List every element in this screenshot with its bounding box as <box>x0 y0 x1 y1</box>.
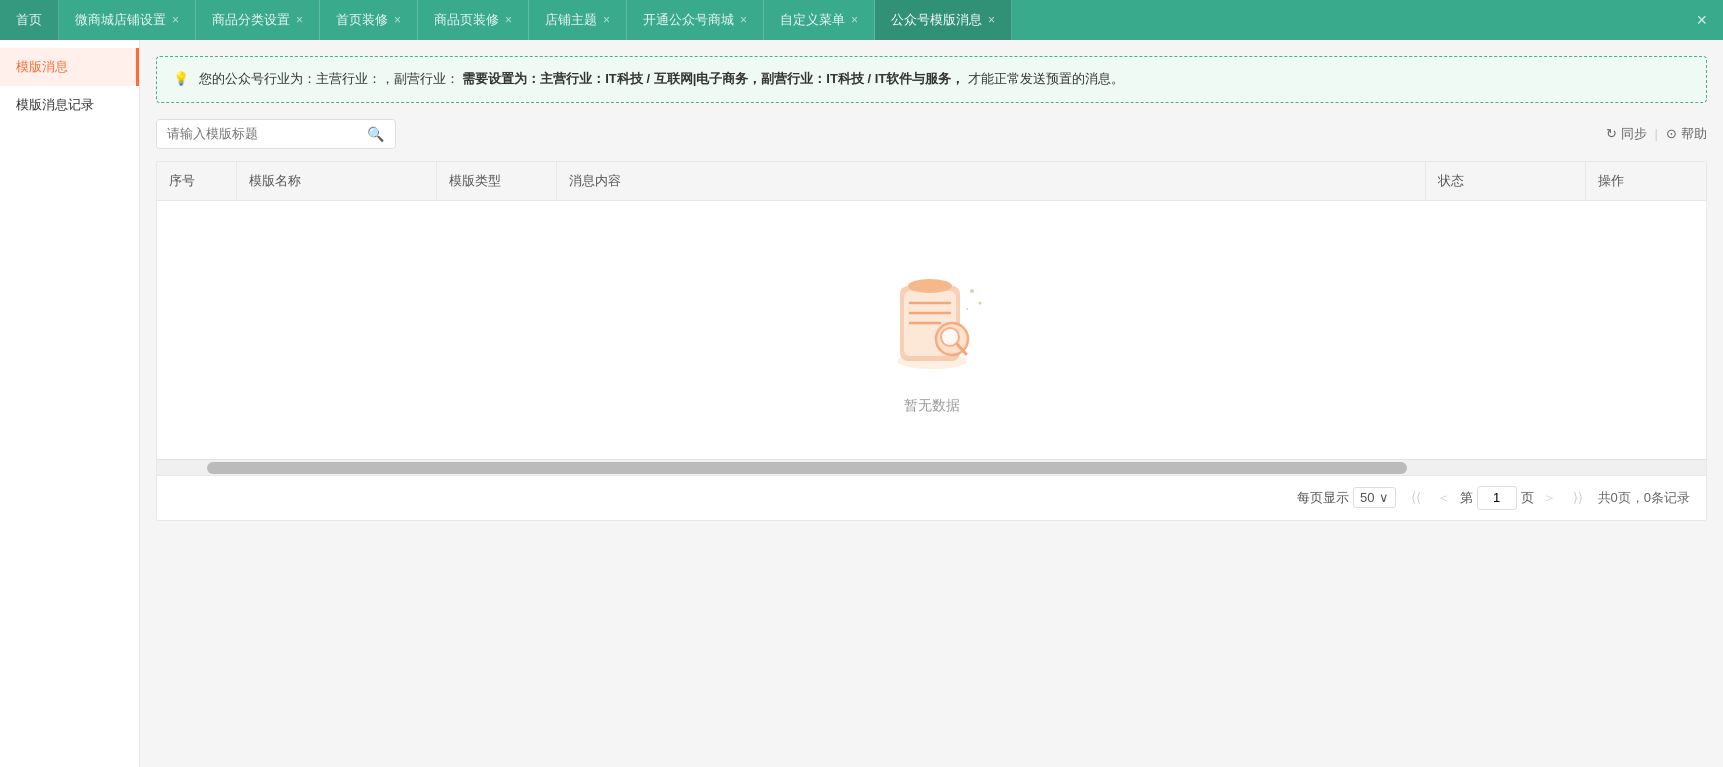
svg-point-11 <box>978 301 981 304</box>
notice-box: 💡 您的公众号行业为：主营行业：，副营行业： 需要设置为：主营行业：IT科技 /… <box>156 56 1707 103</box>
th-type: 模版类型 <box>437 162 557 200</box>
page-label-suffix: 页 <box>1521 489 1534 507</box>
notice-prefix: 您的公众号行业为：主营行业：，副营行业： <box>199 71 459 86</box>
search-button[interactable]: 🔍 <box>357 120 394 148</box>
scroll-thumb[interactable] <box>207 462 1407 474</box>
tab-home-decor-close[interactable]: × <box>394 13 401 27</box>
first-page-button[interactable]: ⟨⟨ <box>1404 486 1428 510</box>
sidebar: 模版消息 模版消息记录 <box>0 40 140 767</box>
page-navigation: ⟨⟨ ＜ 第 页 ＞ ⟩⟩ <box>1404 486 1590 510</box>
th-index: 序号 <box>157 162 237 200</box>
svg-point-6 <box>908 279 952 293</box>
tab-shop-settings-label: 微商城店铺设置 <box>75 11 166 29</box>
search-input[interactable] <box>157 120 357 147</box>
tab-product-decor[interactable]: 商品页装修 × <box>418 0 529 40</box>
tab-home[interactable]: 首页 <box>0 0 59 40</box>
page-label-prefix: 第 <box>1460 489 1473 507</box>
page-size-dropdown[interactable]: 50 ∨ <box>1353 487 1395 508</box>
empty-icon <box>872 261 992 381</box>
search-bar: 🔍 ↻ 同步 | ⊙ 帮助 <box>156 119 1707 149</box>
notice-highlight: 需要设置为：主营行业：IT科技 / 互联网|电子商务，副营行业：IT科技 / I… <box>462 71 964 86</box>
tab-product-decor-close[interactable]: × <box>505 13 512 27</box>
sidebar-item-template-msg[interactable]: 模版消息 <box>0 48 139 86</box>
content-area: 💡 您的公众号行业为：主营行业：，副营行业： 需要设置为：主营行业：IT科技 /… <box>140 40 1723 767</box>
scroll-area[interactable] <box>157 459 1706 475</box>
th-action: 操作 <box>1586 162 1706 200</box>
sidebar-item-template-msg-record[interactable]: 模版消息记录 <box>0 86 139 124</box>
pagination: 每页显示 50 ∨ ⟨⟨ ＜ 第 页 ＞ ⟩⟩ 共0页，0条记录 <box>157 475 1706 520</box>
tab-template-msg-close[interactable]: × <box>988 13 995 27</box>
th-status: 状态 <box>1426 162 1586 200</box>
tab-custom-menu-label: 自定义菜单 <box>780 11 845 29</box>
th-content: 消息内容 <box>557 162 1426 200</box>
tab-category[interactable]: 商品分类设置 × <box>196 0 320 40</box>
tab-theme-close[interactable]: × <box>603 13 610 27</box>
empty-state: 暂无数据 <box>157 201 1706 455</box>
tab-category-close[interactable]: × <box>296 13 303 27</box>
global-close-button[interactable]: × <box>1680 10 1723 31</box>
page-number-input[interactable] <box>1477 486 1517 510</box>
tab-open-mall-close[interactable]: × <box>740 13 747 27</box>
help-label: 帮助 <box>1681 125 1707 143</box>
toolbar-right: ↻ 同步 | ⊙ 帮助 <box>1606 125 1707 143</box>
prev-page-button[interactable]: ＜ <box>1432 486 1456 510</box>
tab-shop-settings-close[interactable]: × <box>172 13 179 27</box>
empty-text: 暂无数据 <box>904 397 960 415</box>
tab-theme-label: 店铺主题 <box>545 11 597 29</box>
svg-point-12 <box>966 308 968 310</box>
page-size-value: 50 <box>1360 490 1374 505</box>
tab-home-label: 首页 <box>16 11 42 29</box>
tab-custom-menu[interactable]: 自定义菜单 × <box>764 0 875 40</box>
last-page-button[interactable]: ⟩⟩ <box>1566 486 1590 510</box>
tab-template-msg-label: 公众号模版消息 <box>891 11 982 29</box>
help-button[interactable]: ⊙ 帮助 <box>1666 125 1707 143</box>
tab-custom-menu-close[interactable]: × <box>851 13 858 27</box>
tab-category-label: 商品分类设置 <box>212 11 290 29</box>
notice-suffix: 才能正常发送预置的消息。 <box>968 71 1124 86</box>
tab-shop-settings[interactable]: 微商城店铺设置 × <box>59 0 196 40</box>
page-size-select: 每页显示 50 ∨ <box>1297 487 1395 508</box>
main-layout: 模版消息 模版消息记录 💡 您的公众号行业为：主营行业：，副营行业： 需要设置为… <box>0 40 1723 767</box>
tab-product-decor-label: 商品页装修 <box>434 11 499 29</box>
th-name: 模版名称 <box>237 162 437 200</box>
help-icon: ⊙ <box>1666 126 1677 141</box>
notice-icon: 💡 <box>173 71 189 86</box>
sync-icon: ↻ <box>1606 126 1617 141</box>
svg-point-10 <box>970 289 974 293</box>
search-input-wrap: 🔍 <box>156 119 396 149</box>
table-container: 序号 模版名称 模版类型 消息内容 状态 操作 <box>156 161 1707 521</box>
tab-template-msg[interactable]: 公众号模版消息 × <box>875 0 1012 40</box>
next-page-button[interactable]: ＞ <box>1538 486 1562 510</box>
tab-theme[interactable]: 店铺主题 × <box>529 0 627 40</box>
sync-label: 同步 <box>1621 125 1647 143</box>
sidebar-item-template-msg-record-label: 模版消息记录 <box>16 97 94 112</box>
chevron-down-icon: ∨ <box>1379 490 1389 505</box>
sidebar-item-template-msg-label: 模版消息 <box>16 59 68 74</box>
sync-button[interactable]: ↻ 同步 <box>1606 125 1647 143</box>
tab-open-mall-label: 开通公众号商城 <box>643 11 734 29</box>
tab-home-decor-label: 首页装修 <box>336 11 388 29</box>
tab-bar: 首页 微商城店铺设置 × 商品分类设置 × 首页装修 × 商品页装修 × 店铺主… <box>0 0 1723 40</box>
total-text: 共0页，0条记录 <box>1598 489 1690 507</box>
tab-open-mall[interactable]: 开通公众号商城 × <box>627 0 764 40</box>
table-header: 序号 模版名称 模版类型 消息内容 状态 操作 <box>157 162 1706 201</box>
tab-home-decor[interactable]: 首页装修 × <box>320 0 418 40</box>
toolbar-divider: | <box>1655 126 1658 141</box>
page-size-label: 每页显示 <box>1297 489 1349 507</box>
